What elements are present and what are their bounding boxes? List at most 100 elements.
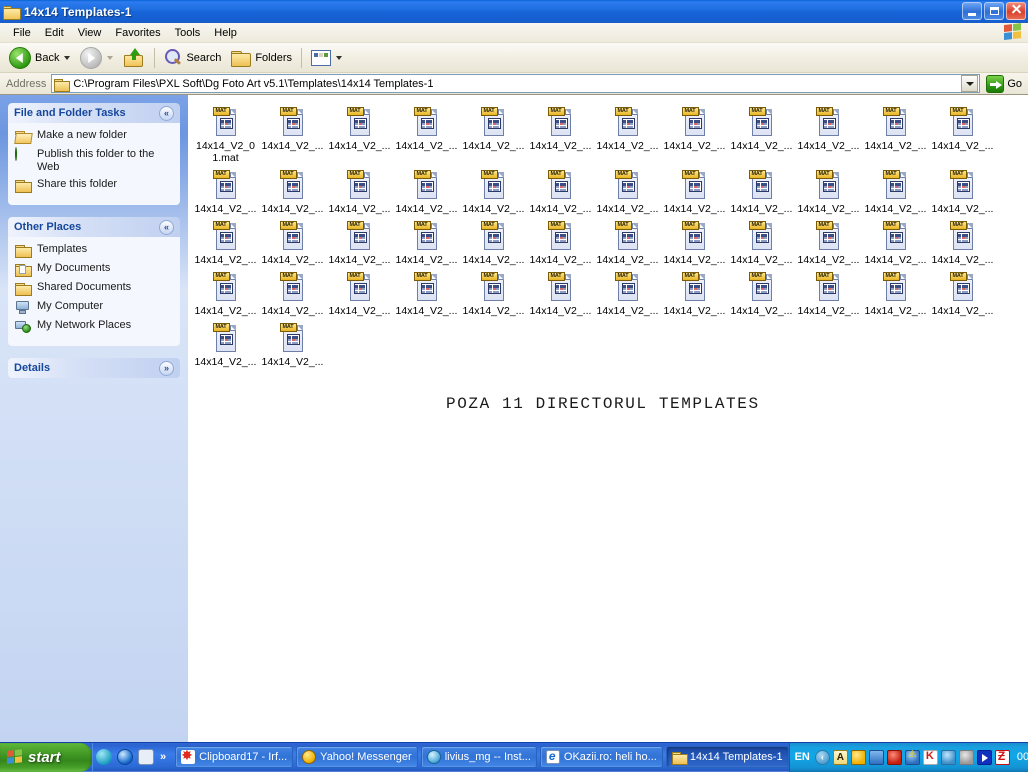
file-item[interactable]: MAT14x14_V2_... [527, 266, 594, 317]
file-item[interactable]: MAT14x14_V2_... [929, 215, 996, 266]
yahoo-smiley-icon[interactable] [851, 750, 866, 765]
file-item[interactable]: MAT14x14_V2_... [661, 164, 728, 215]
address-dropdown-chevron-icon[interactable] [961, 75, 978, 92]
file-item[interactable]: MAT14x14_V2_... [594, 215, 661, 266]
taskbar-task[interactable]: livius_mg -- Inst... [421, 746, 537, 768]
file-item[interactable]: MAT14x14_V2_... [862, 266, 929, 317]
maximize-button[interactable] [984, 2, 1004, 20]
file-item[interactable]: MAT14x14_V2_... [326, 266, 393, 317]
file-item[interactable]: MAT14x14_V2_... [728, 164, 795, 215]
file-item[interactable]: MAT14x14_V2_... [259, 164, 326, 215]
taskbar-task[interactable]: 14x14 Templates-1 [666, 746, 789, 768]
file-item[interactable]: MAT14x14_V2_... [795, 164, 862, 215]
file-item[interactable]: MAT14x14_V2_... [259, 101, 326, 164]
file-item[interactable]: MAT14x14_V2_... [929, 101, 996, 164]
file-item[interactable]: MAT14x14_V2_... [192, 266, 259, 317]
folders-button[interactable]: Folders [226, 45, 297, 71]
panel-header-file-tasks[interactable]: File and Folder Tasks « [8, 103, 180, 123]
media-player-icon[interactable] [977, 750, 992, 765]
file-item[interactable]: MAT14x14_V2_... [393, 164, 460, 215]
file-item[interactable]: MAT14x14_V2_... [326, 215, 393, 266]
collapse-chevron-icon[interactable]: « [159, 106, 174, 121]
back-dropdown-chevron-icon[interactable] [64, 56, 70, 60]
file-item[interactable]: MAT14x14_V2_... [862, 215, 929, 266]
file-item[interactable]: MAT14x14_V2_... [661, 266, 728, 317]
forward-button[interactable] [75, 45, 118, 71]
tray-expand-chevron-icon[interactable]: ‹ [815, 750, 830, 765]
language-indicator[interactable]: EN [795, 751, 810, 763]
file-item[interactable]: MAT14x14_V2_... [259, 215, 326, 266]
back-button[interactable]: Back [4, 45, 75, 71]
file-item[interactable]: MAT14x14_V2_... [460, 164, 527, 215]
panel-header-other-places[interactable]: Other Places « [8, 217, 180, 237]
close-button[interactable] [1006, 2, 1026, 20]
menu-item-view[interactable]: View [71, 26, 109, 40]
menu-item-favorites[interactable]: Favorites [108, 26, 167, 40]
address-input[interactable]: C:\Program Files\PXL Soft\Dg Foto Art v5… [51, 74, 980, 93]
collapse-chevron-icon[interactable]: « [159, 220, 174, 235]
warning-icon[interactable] [905, 750, 920, 765]
file-item[interactable]: MAT14x14_V2_... [326, 164, 393, 215]
file-item[interactable]: MAT14x14_V2_... [460, 101, 527, 164]
file-item[interactable]: MAT14x14_V2_... [259, 317, 326, 368]
sidebar-item-share-folder[interactable]: Share this folder [15, 178, 173, 193]
file-item[interactable]: MAT14x14_V2_... [728, 266, 795, 317]
views-button[interactable] [306, 45, 347, 71]
file-item[interactable]: MAT14x14_V2_01.mat [192, 101, 259, 164]
menu-item-tools[interactable]: Tools [168, 26, 208, 40]
sidebar-item-templates[interactable]: Templates [15, 243, 173, 258]
taskbar-task[interactable]: OKazii.ro: heli ho... [540, 746, 663, 768]
file-item[interactable]: MAT14x14_V2_... [929, 164, 996, 215]
language-bar-icon[interactable]: A [833, 750, 848, 765]
file-item[interactable]: MAT14x14_V2_... [728, 215, 795, 266]
file-item[interactable]: MAT14x14_V2_... [594, 164, 661, 215]
panel-header-details[interactable]: Details » [8, 358, 180, 378]
search-button[interactable]: Search [159, 45, 226, 71]
file-item[interactable]: MAT14x14_V2_... [527, 215, 594, 266]
file-item[interactable]: MAT14x14_V2_... [795, 215, 862, 266]
security-shield-icon[interactable] [887, 750, 902, 765]
clock-sync-icon[interactable] [959, 750, 974, 765]
sidebar-item-shared-documents[interactable]: Shared Documents [15, 281, 173, 296]
network-icon[interactable] [869, 750, 884, 765]
start-button[interactable]: start [0, 743, 92, 772]
internet-explorer-icon[interactable] [117, 749, 133, 765]
more-chevron-icon[interactable]: » [160, 751, 166, 763]
menu-item-file[interactable]: File [6, 26, 38, 40]
file-item[interactable]: MAT14x14_V2_... [393, 266, 460, 317]
menu-item-help[interactable]: Help [207, 26, 244, 40]
file-item[interactable]: MAT14x14_V2_... [259, 266, 326, 317]
file-item[interactable]: MAT14x14_V2_... [728, 101, 795, 164]
file-item[interactable]: MAT14x14_V2_... [661, 215, 728, 266]
file-item[interactable]: MAT14x14_V2_... [192, 317, 259, 368]
file-item[interactable]: MAT14x14_V2_... [326, 101, 393, 164]
z-app-icon[interactable] [995, 750, 1010, 765]
file-list-pane[interactable]: MAT14x14_V2_01.matMAT14x14_V2_...MAT14x1… [188, 95, 1028, 742]
views-dropdown-chevron-icon[interactable] [336, 56, 342, 60]
file-item[interactable]: MAT14x14_V2_... [795, 266, 862, 317]
tray-clock[interactable]: 00:15 [1017, 751, 1028, 763]
menu-item-edit[interactable]: Edit [38, 26, 71, 40]
kaspersky-icon[interactable] [923, 750, 938, 765]
file-item[interactable]: MAT14x14_V2_... [460, 266, 527, 317]
file-item[interactable]: MAT14x14_V2_... [594, 266, 661, 317]
messenger-tray-icon[interactable] [941, 750, 956, 765]
minimize-button[interactable] [962, 2, 982, 20]
file-item[interactable]: MAT14x14_V2_... [862, 101, 929, 164]
sidebar-item-my-computer[interactable]: My Computer [15, 300, 173, 315]
sidebar-item-my-documents[interactable]: My Documents [15, 262, 173, 277]
expand-chevron-icon[interactable]: » [159, 361, 174, 376]
msn-icon[interactable] [96, 749, 112, 765]
taskbar-task[interactable]: Clipboard17 - Irf... [175, 746, 293, 768]
sidebar-item-make-new-folder[interactable]: Make a new folder [15, 129, 173, 144]
show-desktop-icon[interactable] [138, 749, 154, 765]
file-item[interactable]: MAT14x14_V2_... [929, 266, 996, 317]
file-item[interactable]: MAT14x14_V2_... [460, 215, 527, 266]
go-button[interactable]: Go [980, 75, 1028, 93]
file-item[interactable]: MAT14x14_V2_... [192, 164, 259, 215]
sidebar-item-my-network-places[interactable]: My Network Places [15, 319, 173, 334]
file-item[interactable]: MAT14x14_V2_... [795, 101, 862, 164]
file-item[interactable]: MAT14x14_V2_... [862, 164, 929, 215]
file-item[interactable]: MAT14x14_V2_... [393, 101, 460, 164]
file-item[interactable]: MAT14x14_V2_... [661, 101, 728, 164]
